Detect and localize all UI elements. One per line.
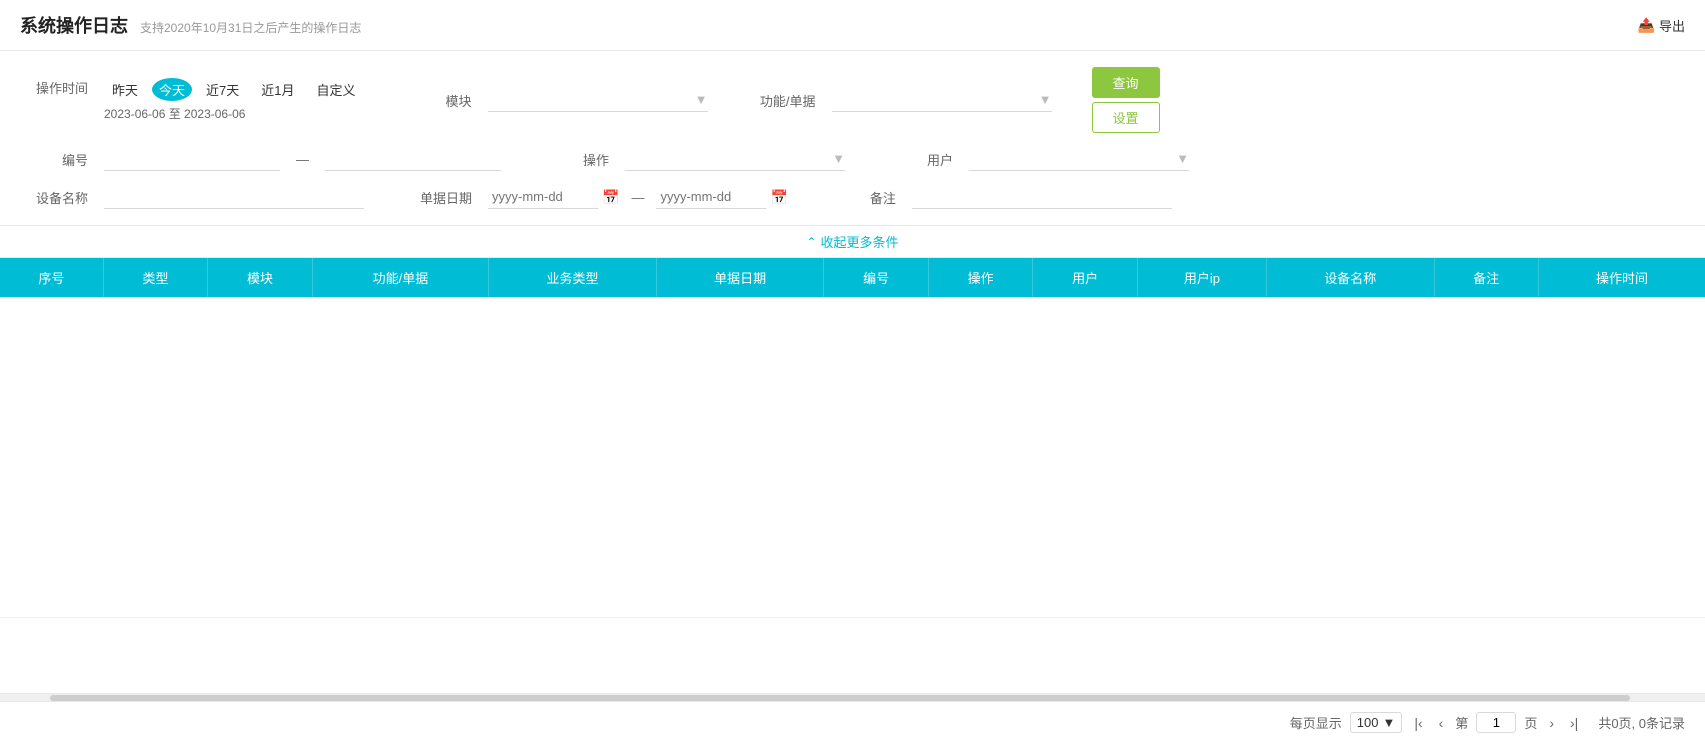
current-page-input[interactable] bbox=[1476, 712, 1516, 733]
device-label: 设备名称 bbox=[20, 188, 88, 207]
table-header: 序号 类型 模块 功能/单据 业务类型 单据日期 编号 操作 用户 用户ip 设… bbox=[0, 258, 1705, 297]
export-button[interactable]: 📤 导出 bbox=[1638, 16, 1685, 35]
table-wrapper: 序号 类型 模块 功能/单据 业务类型 单据日期 编号 操作 用户 用户ip 设… bbox=[0, 258, 1705, 693]
module-select[interactable]: ▼ bbox=[488, 88, 708, 112]
collapse-row: ⌃ 收起更多条件 bbox=[0, 226, 1705, 258]
empty-area bbox=[0, 297, 1705, 617]
col-operation: 操作 bbox=[928, 258, 1032, 297]
total-text: 共0页, 0条记录 bbox=[1598, 713, 1685, 732]
time-label: 操作时间 bbox=[20, 78, 88, 97]
user-label: 用户 bbox=[885, 150, 953, 169]
pagination-bar: 每页显示 100 ▼ |‹ ‹ 第 页 › ›| 共0页, 0条记录 bbox=[0, 701, 1705, 743]
col-serial: 序号 bbox=[0, 258, 103, 297]
serial-input-start[interactable] bbox=[104, 147, 280, 171]
filter-row-3: 设备名称 单据日期 📅 — 📅 备注 bbox=[20, 185, 1685, 209]
per-page-label: 每页显示 bbox=[1290, 713, 1342, 732]
prev-page-button[interactable]: ‹ bbox=[1435, 713, 1448, 733]
serial-input-end[interactable] bbox=[325, 147, 501, 171]
page-unit: 页 bbox=[1524, 713, 1537, 732]
bill-date-end[interactable] bbox=[656, 185, 766, 209]
per-page-value: 100 bbox=[1357, 715, 1379, 730]
col-user: 用户 bbox=[1033, 258, 1137, 297]
col-remark: 备注 bbox=[1434, 258, 1538, 297]
module-dropdown-arrow: ▼ bbox=[695, 92, 708, 107]
col-biz-type: 业务类型 bbox=[489, 258, 657, 297]
calendar-end-icon[interactable]: 📅 bbox=[770, 189, 787, 206]
remark-label: 备注 bbox=[828, 188, 896, 207]
col-device: 设备名称 bbox=[1266, 258, 1434, 297]
col-type: 类型 bbox=[103, 258, 207, 297]
function-dropdown-arrow: ▼ bbox=[1039, 92, 1052, 107]
serial-label: 编号 bbox=[20, 150, 88, 169]
remark-input[interactable] bbox=[912, 185, 1172, 209]
date-dash: — bbox=[631, 190, 644, 205]
operation-label: 操作 bbox=[541, 150, 609, 169]
export-icon: 📤 bbox=[1638, 17, 1655, 34]
settings-button[interactable]: 设置 bbox=[1092, 102, 1160, 133]
page-header: 系统操作日志 支持2020年10月31日之后产生的操作日志 📤 导出 bbox=[0, 0, 1705, 51]
next-page-button[interactable]: › bbox=[1545, 713, 1558, 733]
data-table: 序号 类型 模块 功能/单据 业务类型 单据日期 编号 操作 用户 用户ip 设… bbox=[0, 258, 1705, 618]
time-range: 2023-06-06 至 2023-06-06 bbox=[104, 105, 364, 122]
operation-select[interactable]: ▼ bbox=[625, 147, 845, 171]
query-button[interactable]: 查询 bbox=[1092, 67, 1160, 98]
per-page-arrow: ▼ bbox=[1382, 715, 1395, 730]
filter-area: 操作时间 昨天 今天 近7天 近1月 自定义 2023-06-06 至 2023… bbox=[0, 51, 1705, 226]
export-label: 导出 bbox=[1659, 16, 1685, 35]
bill-date-group: 📅 — 📅 bbox=[488, 185, 788, 209]
collapse-button[interactable]: ⌃ 收起更多条件 bbox=[806, 232, 898, 251]
page-subtitle: 支持2020年10月31日之后产生的操作日志 bbox=[140, 19, 361, 36]
collapse-icon: ⌃ bbox=[806, 235, 816, 249]
col-bill-date: 单据日期 bbox=[656, 258, 824, 297]
first-page-button[interactable]: |‹ bbox=[1410, 713, 1426, 733]
col-serial-no: 编号 bbox=[824, 258, 928, 297]
per-page-select[interactable]: 100 ▼ bbox=[1350, 712, 1403, 733]
device-input[interactable] bbox=[104, 185, 364, 209]
col-module: 模块 bbox=[208, 258, 312, 297]
module-label: 模块 bbox=[404, 91, 472, 110]
time-btn-custom[interactable]: 自定义 bbox=[309, 78, 364, 101]
page-title: 系统操作日志 bbox=[20, 12, 128, 38]
function-label: 功能/单据 bbox=[748, 91, 816, 110]
bill-date-label: 单据日期 bbox=[404, 188, 472, 207]
time-btn-7days[interactable]: 近7天 bbox=[198, 78, 247, 101]
scrollbar-thumb[interactable] bbox=[50, 695, 1630, 701]
user-select[interactable]: ▼ bbox=[969, 147, 1189, 171]
horizontal-scrollbar[interactable] bbox=[0, 693, 1705, 701]
table-body bbox=[0, 297, 1705, 617]
filter-row-1: 操作时间 昨天 今天 近7天 近1月 自定义 2023-06-06 至 2023… bbox=[20, 67, 1685, 133]
serial-dash: — bbox=[296, 152, 309, 167]
operation-dropdown-arrow: ▼ bbox=[832, 151, 845, 166]
page-label: 第 bbox=[1455, 713, 1468, 732]
collapse-label: 收起更多条件 bbox=[821, 232, 899, 251]
function-select[interactable]: ▼ bbox=[832, 88, 1052, 112]
table-header-row: 序号 类型 模块 功能/单据 业务类型 单据日期 编号 操作 用户 用户ip 设… bbox=[0, 258, 1705, 297]
time-btn-yesterday[interactable]: 昨天 bbox=[104, 78, 146, 101]
calendar-start-icon[interactable]: 📅 bbox=[602, 189, 619, 206]
user-dropdown-arrow: ▼ bbox=[1176, 151, 1189, 166]
bill-date-start[interactable] bbox=[488, 185, 598, 209]
time-filter-group: 昨天 今天 近7天 近1月 自定义 2023-06-06 至 2023-06-0… bbox=[104, 78, 364, 122]
col-user-ip: 用户ip bbox=[1137, 258, 1266, 297]
empty-row bbox=[0, 297, 1705, 617]
filter-row-2: 编号 — 操作 ▼ 用户 ▼ bbox=[20, 147, 1685, 171]
last-page-button[interactable]: ›| bbox=[1566, 713, 1582, 733]
time-btn-1month[interactable]: 近1月 bbox=[253, 78, 302, 101]
col-op-time: 操作时间 bbox=[1539, 258, 1705, 297]
col-function: 功能/单据 bbox=[312, 258, 488, 297]
time-btn-today[interactable]: 今天 bbox=[152, 78, 192, 101]
